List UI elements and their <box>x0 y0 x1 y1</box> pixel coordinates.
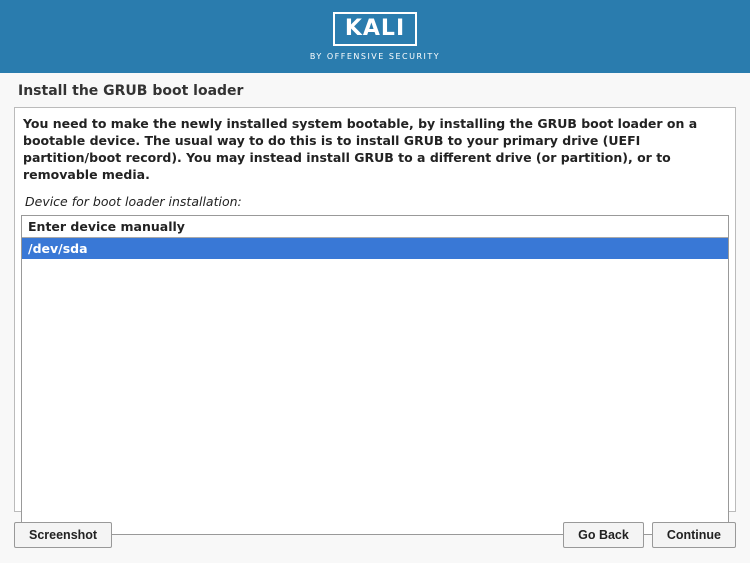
instruction-text: You need to make the newly installed sys… <box>15 112 735 190</box>
left-buttons: Screenshot <box>14 522 112 548</box>
right-buttons: Go Back Continue <box>563 522 736 548</box>
kali-logo: KALI <box>333 12 417 46</box>
page-title: Install the GRUB boot loader <box>0 73 750 107</box>
list-option-dev-sda[interactable]: /dev/sda <box>22 238 728 259</box>
content-panel: You need to make the newly installed sys… <box>14 107 736 512</box>
device-list[interactable]: Enter device manually /dev/sda <box>21 215 729 535</box>
device-field-label: Device for boot loader installation: <box>15 190 735 215</box>
installer-header: KALI BY OFFENSIVE SECURITY <box>0 0 750 73</box>
logo-subtitle: BY OFFENSIVE SECURITY <box>310 52 440 61</box>
go-back-button[interactable]: Go Back <box>563 522 644 548</box>
list-option-manual[interactable]: Enter device manually <box>22 216 728 238</box>
button-bar: Screenshot Go Back Continue <box>0 512 750 548</box>
screenshot-button[interactable]: Screenshot <box>14 522 112 548</box>
continue-button[interactable]: Continue <box>652 522 736 548</box>
